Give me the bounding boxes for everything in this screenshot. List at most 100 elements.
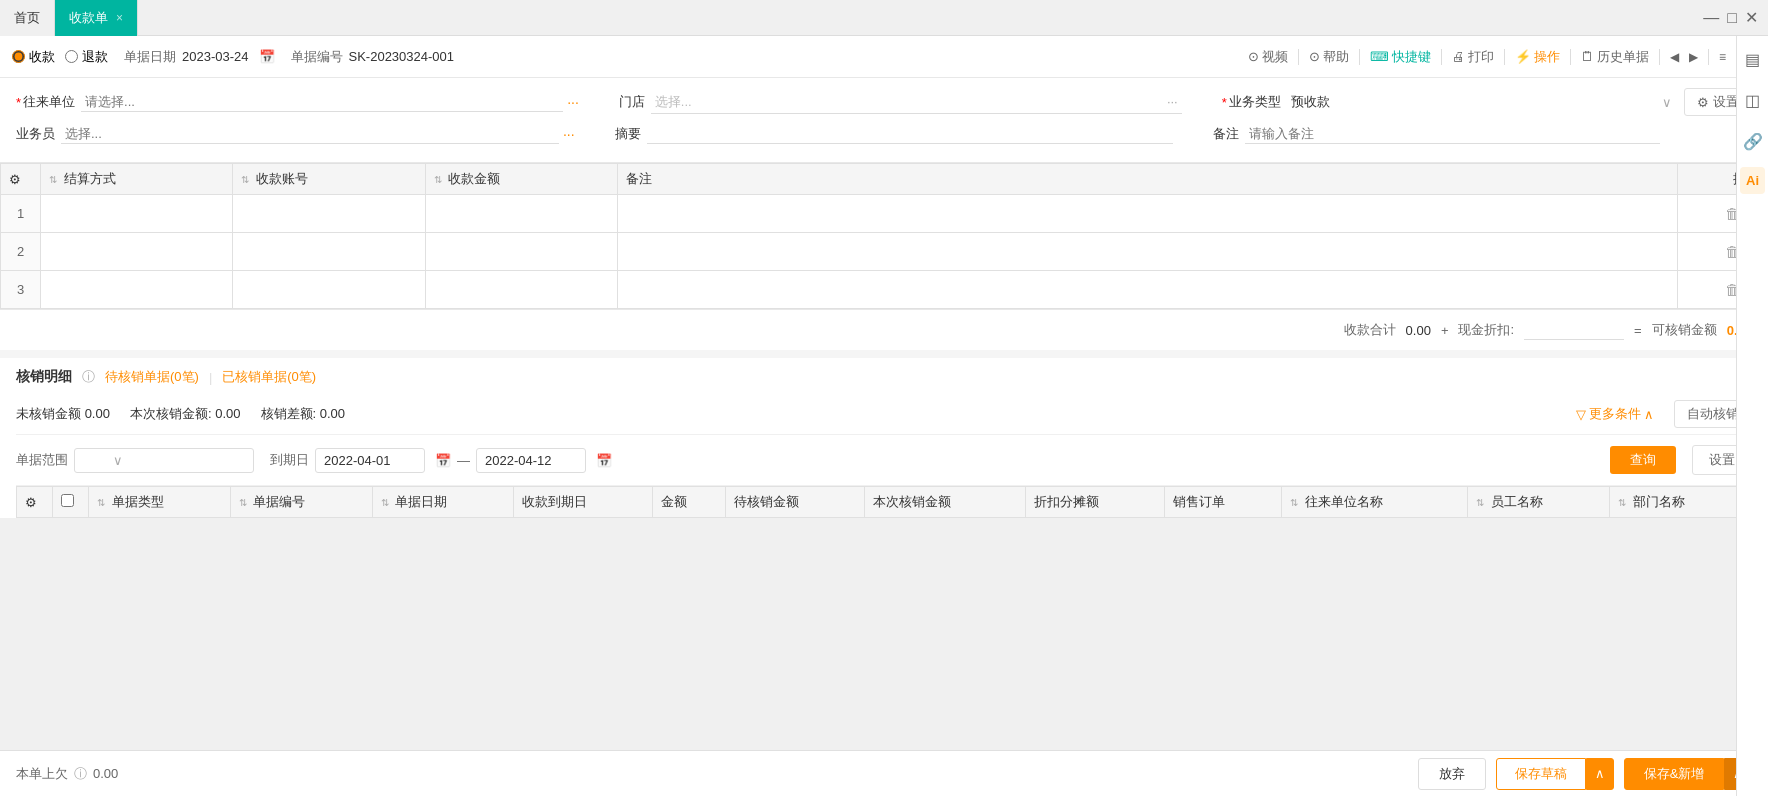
sidebar-link-icon[interactable]: 🔗 <box>1737 126 1769 157</box>
video-label: 视频 <box>1262 48 1288 66</box>
btype-chevron-icon[interactable]: ∨ <box>1662 95 1672 110</box>
btype-required: * <box>1222 95 1227 110</box>
remark-cell[interactable] <box>617 195 1677 233</box>
row-remark-input[interactable] <box>618 233 1677 270</box>
form-row-2: 业务员 ··· 摘要 备注 <box>16 124 1752 144</box>
tab-close-icon[interactable]: × <box>116 11 123 25</box>
save-new-btn[interactable]: 保存&新增 <box>1624 758 1724 790</box>
pending-tab-link[interactable]: 待核销单据(0笔) <box>105 368 199 386</box>
discount-input[interactable] <box>1524 320 1624 340</box>
range-select[interactable]: ∨ <box>74 448 254 473</box>
account-input[interactable] <box>233 195 424 232</box>
shortcut-btn[interactable]: ⌨ 快捷键 <box>1370 48 1431 66</box>
base-value: 0.00 <box>93 766 118 781</box>
print-btn[interactable]: 🖨 打印 <box>1452 48 1494 66</box>
settlement-cell[interactable] <box>41 233 233 271</box>
sidebar-layout-icon[interactable]: ◫ <box>1739 85 1766 116</box>
col-amount-header: ⇅ 收款金额 <box>425 164 617 195</box>
wt-col-partner: ⇅ 往来单位名称 <box>1282 487 1468 518</box>
history-icon: 🗒 <box>1581 49 1594 64</box>
window-close-icon[interactable]: ✕ <box>1745 8 1758 27</box>
operation-btn[interactable]: ⚡ 操作 <box>1515 48 1560 66</box>
table-row: 3 🗑 ⧉ <box>1 271 1768 309</box>
discount-label: 现金折扣: <box>1458 321 1514 339</box>
divider7 <box>1708 49 1709 65</box>
row-remark-input[interactable] <box>618 195 1677 232</box>
form-row-1: * 往来单位 ··· 门店 选择... ··· * 业务类型 预收款 ∨ ⚙ 设… <box>16 88 1752 116</box>
done-tab-link[interactable]: 已核销单据(0笔) <box>222 368 316 386</box>
partner-input[interactable] <box>81 92 563 112</box>
window-maximize-icon[interactable]: □ <box>1727 9 1737 27</box>
cal-from-icon[interactable]: 📅 <box>435 453 451 468</box>
wt-settings-icon[interactable]: ⚙ <box>25 495 37 510</box>
history-btn[interactable]: 🗒 历史单据 <box>1581 48 1649 66</box>
partner-required: * <box>16 95 21 110</box>
abandon-btn[interactable]: 放弃 <box>1418 758 1486 790</box>
col-settings[interactable]: ⚙ <box>1 164 41 195</box>
settlement-input[interactable] <box>41 233 232 270</box>
sidebar-table-icon[interactable]: ▤ <box>1739 44 1766 75</box>
sidebar-ai-icon[interactable]: Ai <box>1740 167 1765 194</box>
row-remark-input[interactable] <box>618 271 1677 308</box>
staff-more-btn[interactable]: ··· <box>563 126 575 142</box>
remark-cell[interactable] <box>617 271 1677 309</box>
remark-cell[interactable] <box>617 233 1677 271</box>
wt-col-discount: 折扣分摊额 <box>1026 487 1165 518</box>
amount-cell[interactable] <box>425 233 617 271</box>
amount-input[interactable] <box>426 233 617 270</box>
partner-more-btn[interactable]: ··· <box>567 94 579 110</box>
wt-col-settings[interactable]: ⚙ <box>17 487 53 518</box>
writeoff-title: 核销明细 <box>16 368 72 386</box>
settlement-cell[interactable] <box>41 271 233 309</box>
save-draft-btn[interactable]: 保存草稿 <box>1496 758 1586 790</box>
writeoff-info-icon[interactable]: ⓘ <box>82 368 95 386</box>
nav-prev-btn[interactable]: ◀ <box>1670 50 1679 64</box>
staff-input[interactable] <box>61 124 559 144</box>
total-value: 0.00 <box>1406 323 1431 338</box>
settlement-input[interactable] <box>41 195 232 232</box>
settlement-cell[interactable] <box>41 195 233 233</box>
tab-receipt[interactable]: 收款单 × <box>55 0 138 36</box>
amount-cell[interactable] <box>425 271 617 309</box>
chevron-down-icon: ··· <box>1167 94 1178 109</box>
more-conditions-btn[interactable]: ▽ 更多条件 ∧ <box>1576 405 1654 423</box>
window-minimize-icon[interactable]: — <box>1703 9 1719 27</box>
main-table-container: ⚙ ⇅ 结算方式 ⇅ 收款账号 ⇅ 收款金额 备注 操作 <box>0 163 1768 309</box>
cal-to-icon[interactable]: 📅 <box>596 453 612 468</box>
radio-receipt[interactable]: 收款 <box>12 48 55 66</box>
radio-refund-input[interactable] <box>65 50 78 63</box>
plus-sign: + <box>1441 323 1449 338</box>
account-cell[interactable] <box>233 195 425 233</box>
account-cell[interactable] <box>233 271 425 309</box>
wt-col-doc-type: ⇅ 单据类型 <box>89 487 231 518</box>
sort-icon-settlement: ⇅ <box>49 174 57 185</box>
account-input[interactable] <box>233 271 424 308</box>
row-num: 2 <box>1 233 41 271</box>
nav-next-btn[interactable]: ▶ <box>1689 50 1698 64</box>
tab-home[interactable]: 首页 <box>0 0 55 36</box>
video-btn[interactable]: ⊙ 视频 <box>1248 48 1288 66</box>
date-to-input[interactable] <box>476 448 586 473</box>
radio-receipt-input[interactable] <box>12 50 25 63</box>
account-cell[interactable] <box>233 233 425 271</box>
settlement-input[interactable] <box>41 271 232 308</box>
date-from-input[interactable] <box>315 448 425 473</box>
section-divider <box>0 350 1768 358</box>
table-settings-icon[interactable]: ⚙ <box>9 172 21 187</box>
account-input[interactable] <box>233 233 424 270</box>
shop-select[interactable]: 选择... ··· <box>651 91 1182 114</box>
list-view-btn[interactable]: ≡ <box>1719 50 1726 64</box>
table-row: 2 🗑 ⧉ <box>1 233 1768 271</box>
summary-input[interactable] <box>647 124 1174 144</box>
amount-cell[interactable] <box>425 195 617 233</box>
amount-input[interactable] <box>426 271 617 308</box>
save-draft-arrow-btn[interactable]: ∧ <box>1586 758 1614 790</box>
amount-input[interactable] <box>426 195 617 232</box>
wt-select-all-checkbox[interactable] <box>61 494 74 507</box>
wt-col-checkbox[interactable] <box>53 487 89 518</box>
help-btn[interactable]: ⊙ 帮助 <box>1309 48 1349 66</box>
calendar-icon[interactable]: 📅 <box>259 49 275 64</box>
radio-refund[interactable]: 退款 <box>65 48 108 66</box>
query-btn[interactable]: 查询 <box>1610 446 1676 474</box>
remark-input[interactable] <box>1245 124 1660 144</box>
